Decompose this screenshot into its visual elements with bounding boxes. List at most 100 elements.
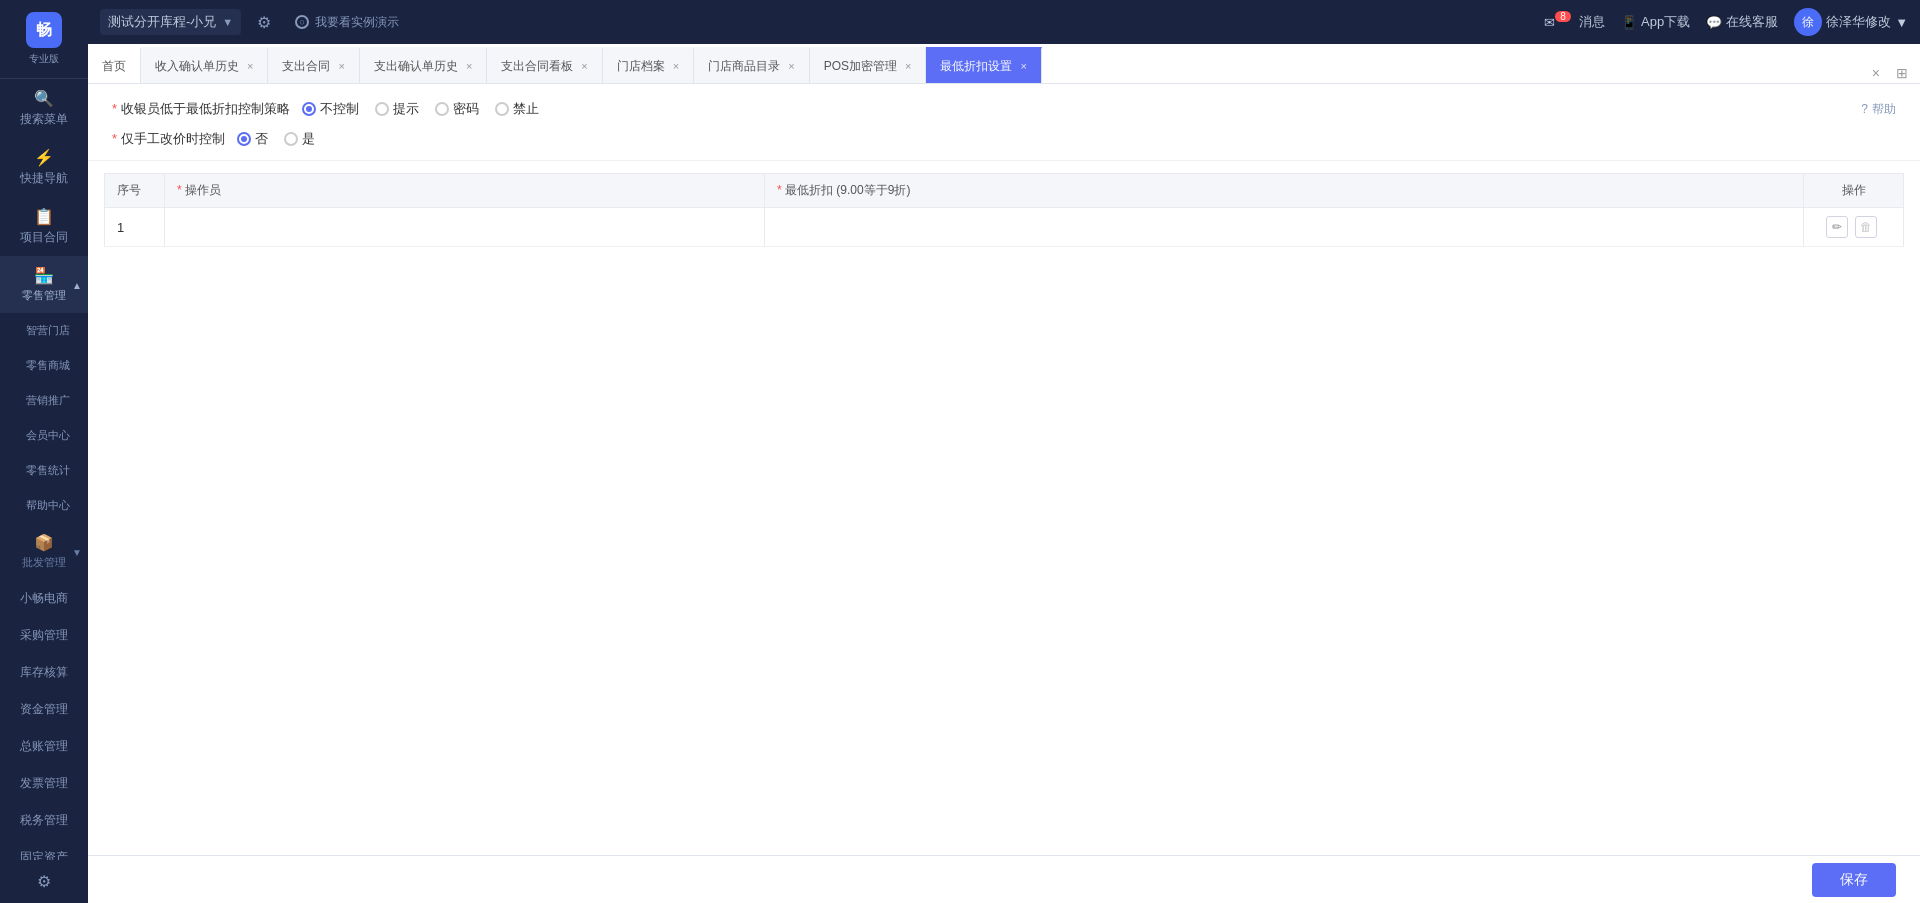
edit-row-button[interactable]: ✏ — [1826, 216, 1848, 238]
save-button[interactable]: 保存 — [1812, 863, 1896, 897]
tab-payment-confirm[interactable]: 支出确认单历史 × — [360, 47, 487, 83]
cell-seq: 1 — [105, 208, 165, 247]
tab-close-icon[interactable]: × — [581, 61, 587, 72]
tab-close-icon[interactable]: × — [338, 61, 344, 72]
topbar: 测试分开库程-小兄 ▼ ⚙ ○ 我要看实例演示 ✉ 8 消息 📱 App下载 💬… — [88, 0, 1920, 44]
sidebar-item-assets[interactable]: 固定资产 — [0, 839, 88, 860]
sidebar-item-label: 零售管理 — [22, 288, 66, 303]
tab-pos-password[interactable]: POS加密管理 × — [810, 47, 927, 83]
tab-store-products[interactable]: 门店商品目录 × — [694, 47, 809, 83]
tab-home[interactable]: 首页 — [88, 47, 141, 83]
sidebar-item-label: 零售商城 — [26, 358, 70, 373]
demo-circle-icon: ○ — [295, 15, 309, 29]
tab-label: POS加密管理 — [824, 58, 897, 75]
cell-operator — [165, 208, 765, 247]
project-name: 测试分开库程-小兄 — [108, 13, 216, 31]
message-button[interactable]: ✉ 8 消息 — [1544, 13, 1605, 31]
col-operator: 操作员 — [165, 174, 765, 208]
sidebar-item-smart-store[interactable]: 智营门店 — [0, 313, 88, 348]
sidebar-item-ecommerce[interactable]: 小畅电商 — [0, 580, 88, 617]
sidebar-item-members[interactable]: 会员中心 — [0, 418, 88, 453]
sidebar-item-label: 小畅电商 — [20, 590, 68, 607]
table-row: 1 ✏ 🗑 — [105, 208, 1904, 247]
sidebar-item-inventory[interactable]: 库存核算 — [0, 654, 88, 691]
tab-close-icon[interactable]: × — [247, 61, 253, 72]
radio-yes[interactable]: 是 — [284, 130, 315, 148]
message-icon: ✉ — [1544, 15, 1555, 30]
radio-label-no: 否 — [255, 130, 268, 148]
cell-actions: ✏ 🗑 — [1804, 208, 1904, 247]
sidebar-item-label: 快捷导航 — [20, 170, 68, 187]
tab-home-label: 首页 — [102, 58, 126, 75]
sidebar-item-accounting[interactable]: 总账管理 — [0, 728, 88, 765]
radio-forbid[interactable]: 禁止 — [495, 100, 539, 118]
sidebar-item-retail[interactable]: 🏪 零售管理 ▲ — [0, 256, 88, 313]
tab-menu-button[interactable]: ⊞ — [1892, 63, 1912, 83]
sidebar-item-label: 发票管理 — [20, 775, 68, 792]
tab-close-icon[interactable]: × — [1020, 61, 1026, 72]
sidebar-item-label: 总账管理 — [20, 738, 68, 755]
tab-label: 支出合同看板 — [501, 58, 573, 75]
radio-no-control[interactable]: 不控制 — [302, 100, 359, 118]
delete-icon: 🗑 — [1860, 220, 1872, 234]
tab-close-icon[interactable]: × — [466, 61, 472, 72]
tab-close-icon[interactable]: × — [788, 61, 794, 72]
sidebar-item-invoice[interactable]: 发票管理 — [0, 765, 88, 802]
radio-circle-password — [435, 102, 449, 116]
demo-link[interactable]: ○ 我要看实例演示 — [295, 14, 399, 31]
radio-circle-remind — [375, 102, 389, 116]
app-logo-label: 专业版 — [29, 52, 59, 66]
tab-label: 门店商品目录 — [708, 58, 780, 75]
app-download-label: App下载 — [1641, 13, 1690, 31]
user-profile-button[interactable]: 徐 徐泽华修改 ▼ — [1794, 8, 1908, 36]
demo-label: 我要看实例演示 — [315, 14, 399, 31]
sidebar-item-tax[interactable]: 税务管理 — [0, 802, 88, 839]
col-actions: 操作 — [1804, 174, 1904, 208]
topbar-settings-icon[interactable]: ⚙ — [253, 9, 275, 36]
project-selector[interactable]: 测试分开库程-小兄 ▼ — [100, 9, 241, 35]
sidebar-item-label: 智营门店 — [26, 323, 70, 338]
sidebar-item-label: 税务管理 — [20, 812, 68, 829]
user-dropdown-arrow: ▼ — [1895, 15, 1908, 30]
sidebar-item-help[interactable]: 帮助中心 — [0, 488, 88, 523]
app-download-button[interactable]: 📱 App下载 — [1621, 13, 1690, 31]
discount-table: 序号 操作员 最低折扣 (9.00等于9折) 操作 1 — [104, 173, 1904, 247]
sidebar-item-retail-stats[interactable]: 零售统计 — [0, 453, 88, 488]
sidebar-item-finance[interactable]: 资金管理 — [0, 691, 88, 728]
radio-label-yes: 是 — [302, 130, 315, 148]
tab-label: 收入确认单历史 — [155, 58, 239, 75]
radio-label-remind: 提示 — [393, 100, 419, 118]
radio-label-no-control: 不控制 — [320, 100, 359, 118]
table-scroll-container: 序号 操作员 最低折扣 (9.00等于9折) 操作 1 — [104, 173, 1904, 247]
sidebar-settings-button[interactable]: ⚙ — [25, 860, 63, 903]
tab-payment-contract[interactable]: 支出合同 × — [268, 47, 359, 83]
sidebar-item-quicknav[interactable]: ⚡ 快捷导航 — [0, 138, 88, 197]
tab-min-discount[interactable]: 最低折扣设置 × — [926, 47, 1041, 83]
sidebar-item-label: 采购管理 — [20, 627, 68, 644]
sidebar-item-wholesale[interactable]: 📦 批发管理 ▼ — [0, 523, 88, 580]
help-button[interactable]: ? 帮助 — [1861, 101, 1896, 118]
main-container: 测试分开库程-小兄 ▼ ⚙ ○ 我要看实例演示 ✉ 8 消息 📱 App下载 💬… — [88, 0, 1920, 903]
radio-circle-forbid — [495, 102, 509, 116]
topbar-right: ✉ 8 消息 📱 App下载 💬 在线客服 徐 徐泽华修改 ▼ — [1544, 8, 1908, 36]
radio-password[interactable]: 密码 — [435, 100, 479, 118]
wholesale-icon: 📦 — [34, 533, 54, 552]
online-service-button[interactable]: 💬 在线客服 — [1706, 13, 1778, 31]
tabbar-controls: × ⊞ — [1860, 63, 1920, 83]
sidebar-item-search[interactable]: 🔍 搜索菜单 — [0, 79, 88, 138]
tab-payment-board[interactable]: 支出合同看板 × — [487, 47, 602, 83]
tab-store-file[interactable]: 门店档案 × — [603, 47, 694, 83]
tab-income-confirm[interactable]: 收入确认单历史 × — [141, 47, 268, 83]
radio-no[interactable]: 否 — [237, 130, 268, 148]
radio-remind[interactable]: 提示 — [375, 100, 419, 118]
tab-label: 最低折扣设置 — [940, 58, 1012, 75]
sidebar-item-marketing[interactable]: 营销推广 — [0, 383, 88, 418]
sidebar-item-project[interactable]: 📋 项目合同 — [0, 197, 88, 256]
sidebar-item-purchase[interactable]: 采购管理 — [0, 617, 88, 654]
tab-close-icon[interactable]: × — [673, 61, 679, 72]
sidebar-item-label: 帮助中心 — [26, 498, 70, 513]
delete-row-button[interactable]: 🗑 — [1855, 216, 1877, 238]
tab-close-icon[interactable]: × — [905, 61, 911, 72]
tab-close-all-button[interactable]: × — [1868, 63, 1884, 83]
sidebar-item-online-shop[interactable]: 零售商城 — [0, 348, 88, 383]
